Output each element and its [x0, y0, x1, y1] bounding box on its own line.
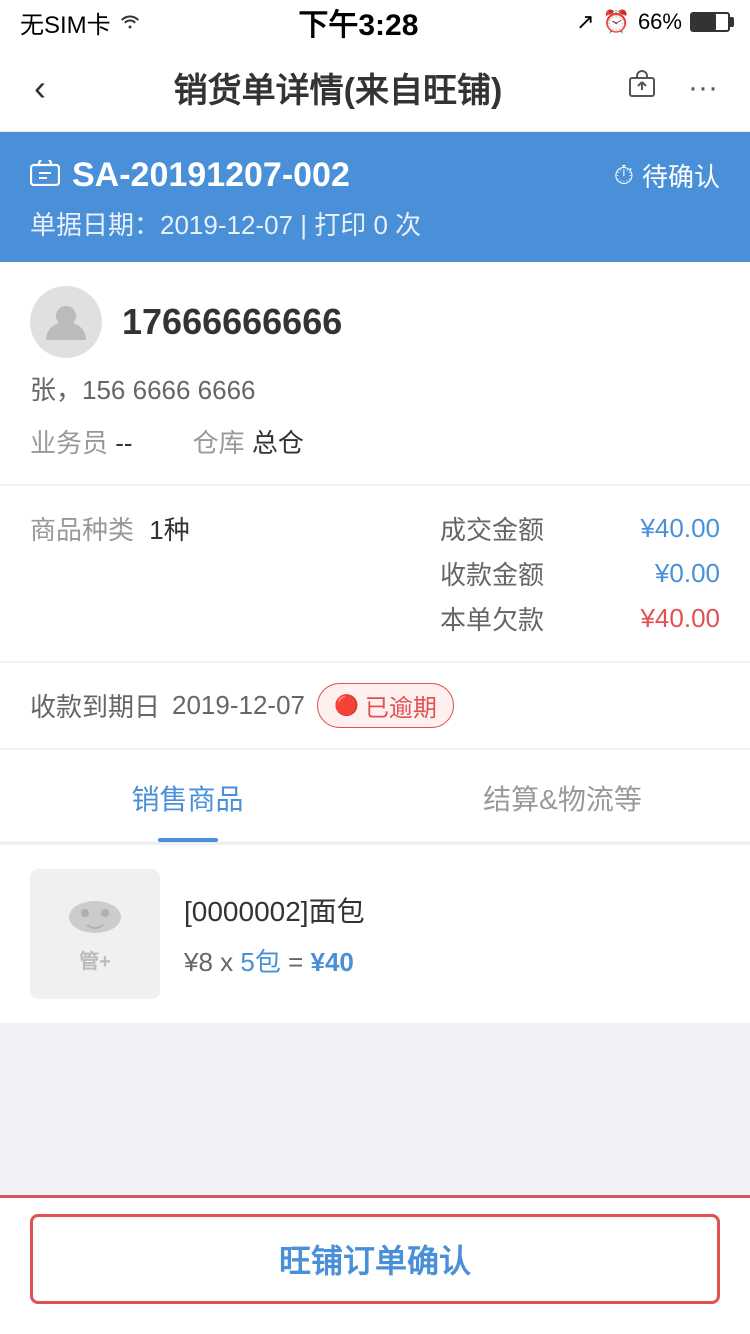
- confirm-order-button[interactable]: 旺铺订单确认: [30, 1214, 720, 1304]
- amounts: 成交金额 ¥40.00 收款金额 ¥0.00 本单欠款 ¥40.00: [440, 510, 720, 637]
- alarm-icon: ⏰: [603, 9, 630, 35]
- customer-phone: 17666666666: [122, 301, 342, 343]
- status-right: ↗ ⏰ 66%: [576, 9, 730, 35]
- more-button[interactable]: ···: [680, 63, 726, 113]
- warehouse-label: 仓库 总仓: [193, 423, 304, 460]
- table-row: 管+ [0000002]面包 ¥8 x 5包 = ¥40: [30, 869, 720, 999]
- status-text: 待确认: [642, 157, 720, 194]
- bottom-action: 旺铺订单确认: [0, 1195, 750, 1334]
- tabs: 销售商品 结算&物流等: [0, 750, 750, 843]
- due-date-card: 收款到期日 2019-12-07 🔴 已逾期: [0, 663, 750, 748]
- status-time: 下午3:28: [298, 0, 418, 44]
- deal-amount-value: ¥40.00: [640, 513, 720, 544]
- collected-value: ¥0.00: [655, 558, 720, 589]
- overdue-icon: 🔴: [334, 693, 359, 718]
- product-price-row: ¥8 x 5包 = ¥40: [184, 942, 720, 979]
- status-clock-icon: ⏱: [614, 160, 634, 192]
- avatar: [30, 286, 102, 358]
- equals: =: [281, 947, 311, 977]
- summary-card: 商品种类 1种 成交金额 ¥40.00 收款金额 ¥0.00 本单欠款 ¥40.…: [0, 486, 750, 661]
- product-name: [0000002]面包: [184, 890, 720, 930]
- order-id-text: SA-20191207-002: [72, 156, 350, 195]
- order-icon: [30, 156, 60, 195]
- location-icon: ↗: [576, 9, 594, 35]
- back-button[interactable]: ‹: [24, 57, 56, 119]
- order-id-row: SA-20191207-002: [30, 156, 350, 195]
- tab-sales-products[interactable]: 销售商品: [0, 750, 375, 842]
- collected-label: 收款金额: [440, 555, 544, 592]
- battery-icon: [690, 12, 730, 32]
- share-button[interactable]: [620, 62, 664, 114]
- page-title: 销货单详情(来自旺铺): [56, 63, 620, 112]
- sales-label: 业务员 --: [30, 423, 133, 460]
- product-total: ¥40: [310, 947, 353, 977]
- nav-bar: ‹ 销货单详情(来自旺铺) ···: [0, 44, 750, 132]
- product-price: ¥8 x: [184, 947, 240, 977]
- tab-settlement-logistics[interactable]: 结算&物流等: [375, 750, 750, 842]
- due-date-value: 2019-12-07: [172, 690, 305, 721]
- owed-label: 本单欠款: [440, 600, 544, 637]
- due-date-label: 收款到期日: [30, 687, 160, 724]
- wifi-icon: [119, 8, 141, 36]
- nav-actions: ···: [620, 62, 726, 114]
- order-date-row: 单据日期：2019-12-07 | 打印 0 次: [30, 205, 720, 242]
- overdue-badge: 🔴 已逾期: [317, 683, 454, 728]
- status-left: 无SIM卡: [20, 5, 141, 40]
- battery-percent: 66%: [638, 9, 682, 35]
- product-list: 管+ [0000002]面包 ¥8 x 5包 = ¥40: [0, 845, 750, 1023]
- owed-value: ¥40.00: [640, 603, 720, 634]
- deal-amount-label: 成交金额: [440, 510, 544, 547]
- customer-name: 张，156 6666 6666: [30, 370, 720, 407]
- order-status: ⏱ 待确认: [614, 157, 720, 194]
- product-qty: 5包: [240, 947, 280, 977]
- logo-plus: 管+: [79, 945, 111, 974]
- product-thumbnail: 管+: [30, 869, 160, 999]
- customer-meta: 业务员 -- 仓库 总仓: [30, 423, 720, 460]
- order-banner: SA-20191207-002 ⏱ 待确认 单据日期：2019-12-07 | …: [0, 132, 750, 262]
- carrier-label: 无SIM卡: [20, 5, 111, 40]
- overdue-text: 已逾期: [365, 688, 437, 723]
- status-bar: 无SIM卡 下午3:28 ↗ ⏰ 66%: [0, 0, 750, 44]
- product-info: [0000002]面包 ¥8 x 5包 = ¥40: [184, 890, 720, 979]
- product-type: 商品种类 1种: [30, 510, 190, 547]
- customer-card: 17666666666 张，156 6666 6666 业务员 -- 仓库 总仓: [0, 262, 750, 484]
